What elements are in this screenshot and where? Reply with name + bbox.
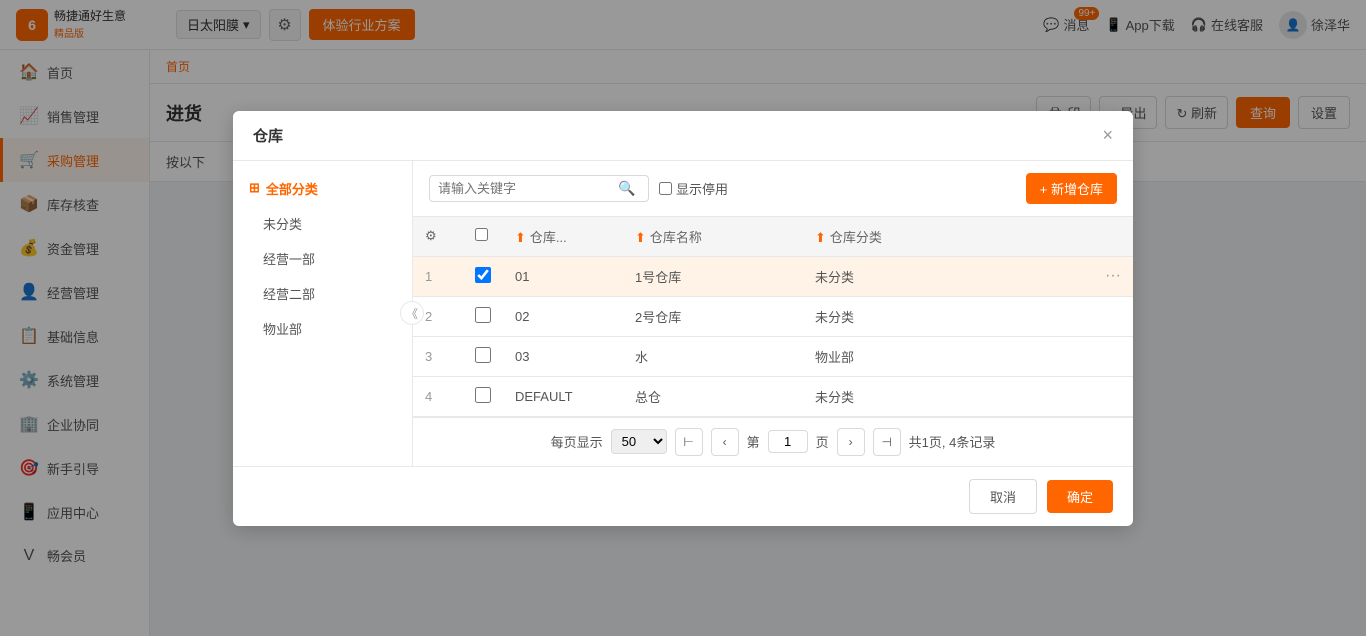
col-name[interactable]: ⬆仓库名称 <box>623 217 803 257</box>
col-checkbox <box>463 217 503 257</box>
page-size-label: 每页显示 <box>551 432 603 451</box>
confirm-btn[interactable]: 确定 <box>1047 480 1113 513</box>
row-category: 未分类 <box>803 376 1133 416</box>
row-num: 1 <box>413 256 463 296</box>
show-disabled-label[interactable]: 显示停用 <box>659 179 728 198</box>
row-name: 水 <box>623 336 803 376</box>
row-name: 2号仓库 <box>623 296 803 336</box>
row-num: 4 <box>413 376 463 416</box>
row-checkbox-cell[interactable] <box>463 256 503 296</box>
row-checkbox-cell[interactable] <box>463 336 503 376</box>
warehouse-modal: 仓库 × ⊞ 全部分类 未分类 经营一部 经营二部 物业部 《 <box>233 111 1133 526</box>
col-category[interactable]: ⬆仓库分类 <box>803 217 1133 257</box>
modal-header: 仓库 × <box>233 111 1133 161</box>
table-row[interactable]: 1 01 1号仓库 未分类··· <box>413 256 1133 296</box>
row-checkbox[interactable] <box>475 267 491 283</box>
warehouse-table: ⚙ ⬆仓库... ⬆仓库名称 ⬆仓库分类 1 01 1号仓库 未分类··· 2 <box>413 217 1133 417</box>
page-label: 第 <box>747 432 760 451</box>
pagination: 每页显示 50 20 100 ⊢ ‹ 第 页 › ⊣ 共1页, 4条记录 <box>413 417 1133 466</box>
row-checkbox[interactable] <box>475 387 491 403</box>
category-item-unclassified[interactable]: 未分类 <box>233 206 412 241</box>
modal-title: 仓库 <box>253 125 283 146</box>
show-disabled-text: 显示停用 <box>676 179 728 198</box>
row-num: 3 <box>413 336 463 376</box>
row-category: 未分类 <box>803 296 1133 336</box>
modal-overlay[interactable]: 仓库 × ⊞ 全部分类 未分类 经营一部 经营二部 物业部 《 <box>0 0 1366 636</box>
search-bar: 🔍 显示停用 + 新增仓库 <box>413 161 1133 217</box>
page-first-btn[interactable]: ⊢ <box>675 428 703 456</box>
page-input[interactable] <box>768 430 808 453</box>
table-row[interactable]: 3 03 水 物业部 <box>413 336 1133 376</box>
col-code[interactable]: ⬆仓库... <box>503 217 623 257</box>
table-header-row: ⚙ ⬆仓库... ⬆仓库名称 ⬆仓库分类 <box>413 217 1133 257</box>
page-last-btn[interactable]: ⊣ <box>873 428 901 456</box>
collapse-panel-btn[interactable]: 《 <box>400 301 424 325</box>
row-name: 总仓 <box>623 376 803 416</box>
row-checkbox[interactable] <box>475 347 491 363</box>
row-checkbox[interactable] <box>475 307 491 323</box>
cancel-btn[interactable]: 取消 <box>969 479 1037 514</box>
row-code: 01 <box>503 256 623 296</box>
category-panel: ⊞ 全部分类 未分类 经营一部 经营二部 物业部 《 <box>233 161 413 466</box>
category-item-property[interactable]: 物业部 <box>233 311 412 346</box>
table-row[interactable]: 4 DEFAULT 总仓 未分类 <box>413 376 1133 416</box>
category-all[interactable]: ⊞ 全部分类 <box>233 171 412 206</box>
more-btn[interactable]: ··· <box>1105 267 1121 285</box>
row-category: 物业部 <box>803 336 1133 376</box>
page-size-select[interactable]: 50 20 100 <box>611 429 667 454</box>
modal-close-btn[interactable]: × <box>1102 126 1113 144</box>
warehouse-table-wrap: ⚙ ⬆仓库... ⬆仓库名称 ⬆仓库分类 1 01 1号仓库 未分类··· 2 <box>413 217 1133 417</box>
category-item-dept2[interactable]: 经营二部 <box>233 276 412 311</box>
modal-footer: 取消 确定 <box>233 466 1133 526</box>
page-end-label: 页 <box>816 432 829 451</box>
total-label: 共1页, 4条记录 <box>909 432 996 451</box>
row-code: 03 <box>503 336 623 376</box>
search-input-wrap: 🔍 <box>429 175 649 202</box>
row-category: 未分类··· <box>803 256 1133 296</box>
page-prev-btn[interactable]: ‹ <box>711 428 739 456</box>
col-settings: ⚙ <box>413 217 463 257</box>
table-panel: 🔍 显示停用 + 新增仓库 ⚙ <box>413 161 1133 466</box>
row-checkbox-cell[interactable] <box>463 296 503 336</box>
search-icon[interactable]: 🔍 <box>618 180 635 197</box>
page-next-btn[interactable]: › <box>837 428 865 456</box>
row-checkbox-cell[interactable] <box>463 376 503 416</box>
add-warehouse-btn[interactable]: + 新增仓库 <box>1026 173 1117 204</box>
grid-icon: ⊞ <box>249 180 260 196</box>
search-input[interactable] <box>438 181 618 196</box>
row-code: 02 <box>503 296 623 336</box>
category-item-dept1[interactable]: 经营一部 <box>233 241 412 276</box>
show-disabled-checkbox[interactable] <box>659 182 672 195</box>
collapse-icon: 《 <box>406 305 418 322</box>
row-name: 1号仓库 <box>623 256 803 296</box>
table-row[interactable]: 2 02 2号仓库 未分类 <box>413 296 1133 336</box>
row-code: DEFAULT <box>503 376 623 416</box>
category-all-label: 全部分类 <box>266 179 318 198</box>
select-all-checkbox[interactable] <box>475 228 488 241</box>
modal-body: ⊞ 全部分类 未分类 经营一部 经营二部 物业部 《 🔍 <box>233 161 1133 466</box>
